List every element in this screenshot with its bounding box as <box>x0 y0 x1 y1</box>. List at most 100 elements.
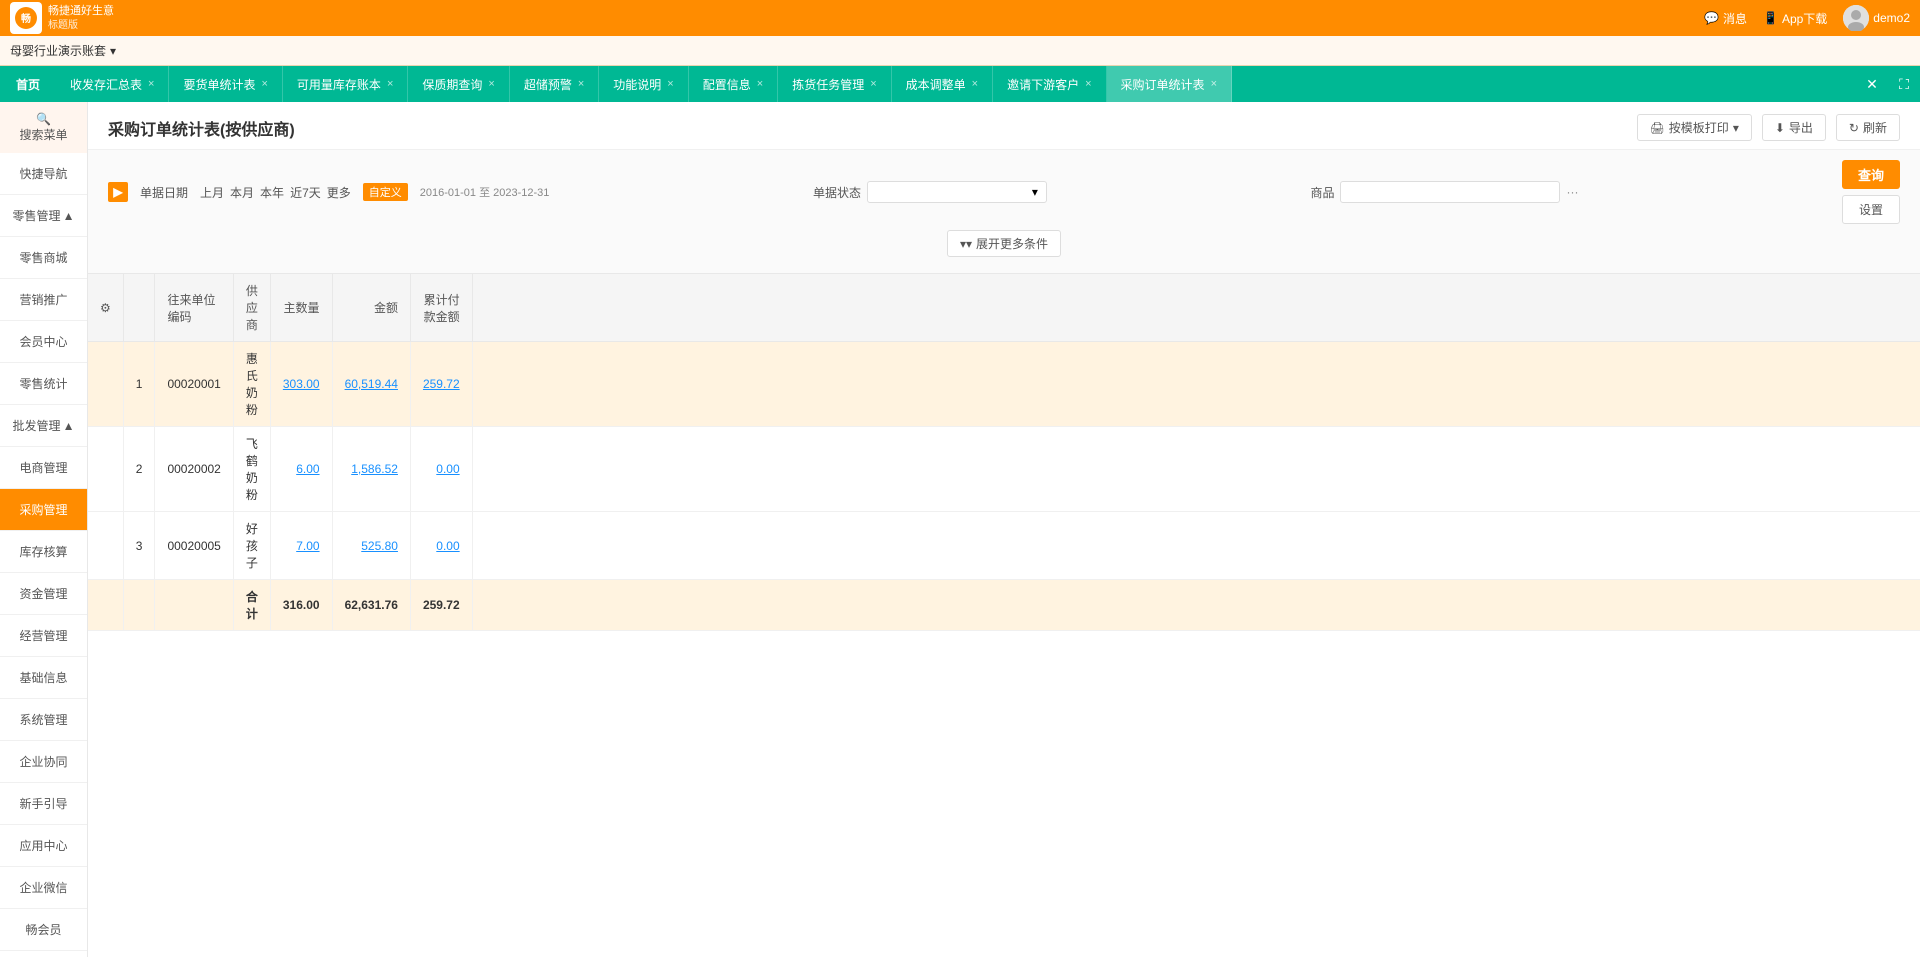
tab-chengben[interactable]: 成本调整单 × <box>892 66 993 102</box>
th-amount: 金额 <box>332 274 410 342</box>
sidebar-item-purchase[interactable]: 采购管理 <box>0 489 87 531</box>
filter-toggle-btn[interactable]: ▶ <box>108 182 128 202</box>
tab-peizhi[interactable]: 配置信息 × <box>689 66 778 102</box>
td-amount-1: 60,519.44 <box>332 342 410 427</box>
nav-tabs: 首页 收发存汇总表 × 要货单统计表 × 可用量库存账本 × 保质期查询 × 超… <box>0 66 1920 102</box>
close-icon[interactable]: × <box>1085 78 1091 90</box>
sidebar-item-wholesale[interactable]: 批发管理 ▲ <box>0 405 87 447</box>
sidebar-item-retail-stats[interactable]: 零售统计 <box>0 363 87 405</box>
tab-baozhi[interactable]: 保质期查询 × <box>408 66 509 102</box>
tab-chuchao[interactable]: 超储预警 × <box>510 66 599 102</box>
sidebar-item-retail-mgmt[interactable]: 零售管理 ▲ <box>0 195 87 237</box>
td-settings-1 <box>88 342 123 427</box>
search-btn[interactable]: 查询 <box>1842 160 1900 189</box>
close-icon[interactable]: × <box>261 78 267 90</box>
sidebar-item-ecommerce[interactable]: 电商管理 <box>0 447 87 489</box>
td-paid-1: 259.72 <box>410 342 472 427</box>
tab-home[interactable]: 首页 <box>0 76 56 93</box>
printer-icon: 🖨 <box>1650 121 1665 135</box>
date-shortcut-7days[interactable]: 近7天 <box>290 184 321 201</box>
sidebar-item-wechat[interactable]: 企业微信 <box>0 867 87 909</box>
table-header-row: ⚙ 往来单位编码 供应商 主数量 金额 累计付款金额 <box>88 274 1920 342</box>
sidebar-item-inventory[interactable]: 库存核算 <box>0 531 87 573</box>
nav-fullscreen-btn[interactable]: ⛶ <box>1888 66 1920 102</box>
th-index <box>123 274 155 342</box>
sidebar-item-member2[interactable]: 畅会员 <box>0 909 87 951</box>
close-icon[interactable]: × <box>972 78 978 90</box>
sidebar: 🔍 搜索菜单 快捷导航 零售管理 ▲ 零售商城 营销推广 会员中心 零售统计 批… <box>0 102 88 957</box>
td-empty-3 <box>472 512 1920 580</box>
sidebar-item-retail-shop[interactable]: 零售商城 <box>0 237 87 279</box>
tab-yaohuo[interactable]: 要货单统计表 × <box>169 66 282 102</box>
refresh-btn[interactable]: ↻ 刷新 <box>1836 114 1900 141</box>
sidebar-item-basic-info[interactable]: 基础信息 <box>0 657 87 699</box>
app-download-btn[interactable]: 📱 App下载 <box>1763 10 1827 27</box>
nav-close-btn[interactable]: ✕ <box>1856 66 1888 102</box>
user-area[interactable]: demo2 <box>1843 5 1910 31</box>
goods-input[interactable] <box>1340 181 1560 203</box>
date-shortcut-this-year[interactable]: 本年 <box>260 184 284 201</box>
td-supplier-3: 好孩子 <box>233 512 270 580</box>
svg-text:畅: 畅 <box>21 12 31 25</box>
close-icon-active[interactable]: × <box>1211 78 1217 90</box>
sidebar-item-finance[interactable]: 资金管理 <box>0 573 87 615</box>
tab-shoufacun[interactable]: 收发存汇总表 × <box>56 66 169 102</box>
date-shortcut-last-month[interactable]: 上月 <box>200 184 224 201</box>
close-icon[interactable]: × <box>387 78 393 90</box>
logo-area: 畅 畅捷通好生意 标题版 <box>10 2 114 34</box>
sidebar-item-app-center[interactable]: 应用中心 <box>0 825 87 867</box>
td-unit-code-2: 00020002 <box>155 427 233 512</box>
tf-settings <box>88 580 123 631</box>
logo-icon: 畅 <box>10 2 42 34</box>
close-icon[interactable]: × <box>578 78 584 90</box>
goods-more-icon[interactable]: ··· <box>1566 185 1578 199</box>
mobile-icon: 📱 <box>1763 11 1778 25</box>
sidebar-item-member[interactable]: 会员中心 <box>0 321 87 363</box>
expand-more-btn[interactable]: ▾▾ 展开更多条件 <box>947 230 1061 257</box>
close-icon[interactable]: × <box>148 78 154 90</box>
td-index-3: 3 <box>123 512 155 580</box>
tab-jianhuo[interactable]: 拣货任务管理 × <box>778 66 891 102</box>
tf-index <box>123 580 155 631</box>
status-field: 单据状态 ▾ <box>813 181 1047 203</box>
chevron-down-icon-3: ▾▾ <box>960 237 972 251</box>
settings-icon[interactable]: ⚙ <box>100 301 111 315</box>
td-unit-code-1: 00020001 <box>155 342 233 427</box>
td-settings-2 <box>88 427 123 512</box>
sidebar-item-operations[interactable]: 经营管理 <box>0 615 87 657</box>
td-index-2: 2 <box>123 427 155 512</box>
td-empty-1 <box>472 342 1920 427</box>
tab-caigou-active[interactable]: 采购订单统计表 × <box>1107 66 1232 102</box>
status-select[interactable]: ▾ <box>867 181 1047 203</box>
workspace-selector[interactable]: 母婴行业演示账套 ▾ <box>10 42 116 59</box>
date-shortcut-this-month[interactable]: 本月 <box>230 184 254 201</box>
date-custom-badge[interactable]: 自定义 <box>363 183 408 201</box>
export-btn[interactable]: ⬇ 导出 <box>1762 114 1826 141</box>
sidebar-item-enterprise[interactable]: 企业协同 <box>0 741 87 783</box>
close-icon[interactable]: × <box>488 78 494 90</box>
page-title: 采购订单统计表(按供应商) <box>108 116 295 140</box>
sidebar-item-quick-nav[interactable]: 快捷导航 <box>0 153 87 195</box>
tab-gongneng[interactable]: 功能说明 × <box>599 66 688 102</box>
sidebar-item-marketing[interactable]: 营销推广 <box>0 279 87 321</box>
avatar <box>1843 5 1869 31</box>
date-shortcut-more[interactable]: 更多 <box>327 184 351 201</box>
sidebar-label-search: 搜索菜单 <box>4 126 83 143</box>
export-icon: ⬇ <box>1775 121 1785 135</box>
refresh-icon: ↻ <box>1849 121 1859 135</box>
tab-kuyong[interactable]: 可用量库存账本 × <box>283 66 408 102</box>
sidebar-item-guide[interactable]: 新手引导 <box>0 783 87 825</box>
date-range: 2016-01-01 至 2023-12-31 <box>420 184 550 200</box>
sidebar-item-system[interactable]: 系统管理 <box>0 699 87 741</box>
tab-yaoqing[interactable]: 邀请下游客户 × <box>993 66 1106 102</box>
close-icon[interactable]: × <box>757 78 763 90</box>
close-icon[interactable]: × <box>870 78 876 90</box>
template-print-btn[interactable]: 🖨 按模板打印 ▾ <box>1637 114 1752 141</box>
sidebar-item-search[interactable]: 🔍 搜索菜单 <box>0 102 87 153</box>
top-bar: 畅 畅捷通好生意 标题版 💬 消息 📱 App下载 demo2 <box>0 0 1920 36</box>
th-settings[interactable]: ⚙ <box>88 274 123 342</box>
settings-btn[interactable]: 设置 <box>1842 195 1900 224</box>
message-btn[interactable]: 💬 消息 <box>1704 10 1747 27</box>
close-icon[interactable]: × <box>667 78 673 90</box>
th-paid-amount: 累计付款金额 <box>410 274 472 342</box>
